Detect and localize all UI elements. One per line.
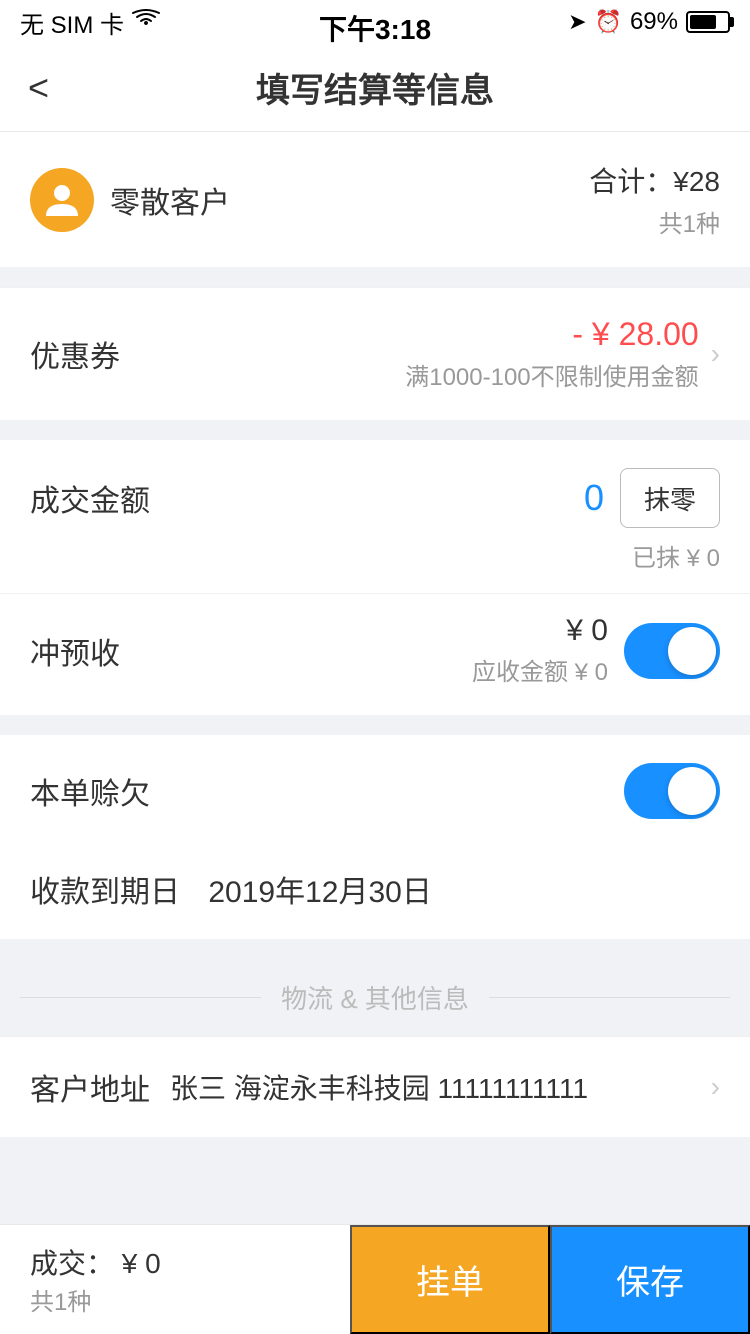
nav-bar: < 填写结算等信息 bbox=[0, 44, 750, 132]
amount-label: 成交金额 bbox=[30, 476, 150, 520]
page-title: 填写结算等信息 bbox=[256, 63, 494, 112]
address-value: 张三 海淀永丰科技园 11111111111 bbox=[170, 1067, 711, 1107]
coupon-chevron-icon: › bbox=[711, 338, 720, 370]
location-icon: ➤ bbox=[568, 9, 586, 35]
coupon-section[interactable]: 优惠券 - ¥ 28.00 满1000-100不限制使用金额 › bbox=[0, 287, 750, 420]
customer-total: 合计：¥28 bbox=[589, 160, 720, 200]
coupon-hint: 满1000-100不限制使用金额 bbox=[405, 357, 698, 392]
coupon-label: 优惠券 bbox=[30, 332, 120, 376]
status-left: 无 SIM 卡 bbox=[20, 5, 160, 40]
coupon-row[interactable]: 优惠券 - ¥ 28.00 满1000-100不限制使用金额 › bbox=[0, 287, 750, 420]
battery-icon bbox=[686, 11, 730, 33]
round-button[interactable]: 抹零 bbox=[620, 468, 720, 528]
toggle-knob bbox=[668, 627, 716, 675]
status-bar: 无 SIM 卡 下午3:18 ➤ ⏰ 69% bbox=[0, 0, 750, 44]
prepay-value-block: ¥ 0 应收金额 ¥ 0 bbox=[472, 614, 608, 687]
prepay-sub: 应收金额 ¥ 0 bbox=[472, 652, 608, 687]
prepay-row: 冲预收 ¥ 0 应收金额 ¥ 0 bbox=[0, 593, 750, 715]
prepay-value: ¥ 0 bbox=[472, 614, 608, 648]
coupon-value-block: - ¥ 28.00 满1000-100不限制使用金额 bbox=[405, 316, 698, 392]
customer-row: 零散客户 合计：¥28 共1种 bbox=[0, 132, 750, 267]
save-button[interactable]: 保存 bbox=[550, 1225, 750, 1334]
bottom-left: 成交： ¥ 0 共1种 bbox=[0, 1242, 350, 1317]
address-label: 客户地址 bbox=[30, 1065, 150, 1109]
logistics-divider: 物流 & 其他信息 bbox=[0, 959, 750, 1036]
debt-label: 本单赊欠 bbox=[30, 769, 150, 813]
bottom-deal-value: ¥ 0 bbox=[122, 1248, 161, 1279]
prepay-toggle[interactable] bbox=[624, 623, 720, 679]
logistics-line-right bbox=[489, 997, 730, 998]
back-button[interactable]: < bbox=[28, 67, 49, 109]
content: 零散客户 合计：¥28 共1种 优惠券 - ¥ 28.00 满1000-100不… bbox=[0, 132, 750, 1287]
pending-button[interactable]: 挂单 bbox=[350, 1225, 550, 1334]
customer-right: 合计：¥28 共1种 bbox=[589, 160, 720, 239]
address-chevron-icon: › bbox=[711, 1071, 720, 1103]
amount-right: 0 抹零 bbox=[584, 468, 720, 528]
amount-sub: 已抹 ¥ 0 bbox=[0, 538, 750, 593]
prepay-label: 冲预收 bbox=[30, 629, 120, 673]
bottom-deal-label-row: 成交： ¥ 0 bbox=[30, 1242, 320, 1282]
debt-toggle[interactable] bbox=[624, 763, 720, 819]
logistics-line-left bbox=[20, 997, 261, 998]
amount-value: 0 bbox=[584, 477, 604, 519]
logistics-section: 物流 & 其他信息 客户地址 张三 海淀永丰科技园 11111111111 › bbox=[0, 959, 750, 1137]
bottom-deal-label: 成交： bbox=[30, 1248, 114, 1279]
customer-avatar bbox=[30, 168, 94, 232]
bottom-deal-count: 共1种 bbox=[30, 1282, 320, 1317]
coupon-discount: - ¥ 28.00 bbox=[405, 316, 698, 353]
due-date-label: 收款到期日 bbox=[30, 876, 180, 909]
customer-section: 零散客户 合计：¥28 共1种 bbox=[0, 132, 750, 267]
customer-left: 零散客户 bbox=[30, 168, 230, 232]
bottom-actions: 挂单 保存 bbox=[350, 1225, 750, 1334]
battery-percent: 69% bbox=[630, 8, 678, 36]
logistics-label: 物流 & 其他信息 bbox=[281, 979, 469, 1016]
alarm-icon: ⏰ bbox=[595, 9, 622, 35]
carrier-text: 无 SIM 卡 bbox=[20, 5, 124, 40]
address-row[interactable]: 客户地址 张三 海淀永丰科技园 11111111111 › bbox=[0, 1036, 750, 1137]
debt-row: 本单赊欠 bbox=[0, 735, 750, 847]
bottom-bar: 成交： ¥ 0 共1种 挂单 保存 bbox=[0, 1224, 750, 1334]
customer-count: 共1种 bbox=[589, 204, 720, 239]
debt-section: 本单赊欠 收款到期日 2019年12月30日 bbox=[0, 735, 750, 939]
prepay-right: ¥ 0 应收金额 ¥ 0 bbox=[472, 614, 720, 687]
debt-toggle-knob bbox=[668, 767, 716, 815]
customer-name: 零散客户 bbox=[110, 178, 230, 222]
status-right: ➤ ⏰ 69% bbox=[568, 8, 730, 36]
due-date-row: 收款到期日 2019年12月30日 bbox=[0, 867, 750, 939]
wifi-icon bbox=[132, 8, 160, 36]
amount-row: 成交金额 0 抹零 bbox=[0, 440, 750, 538]
due-date-value: 2019年12月30日 bbox=[208, 876, 431, 909]
amount-section: 成交金额 0 抹零 已抹 ¥ 0 冲预收 ¥ 0 应收金额 ¥ 0 bbox=[0, 440, 750, 715]
coupon-right: - ¥ 28.00 满1000-100不限制使用金额 › bbox=[405, 316, 720, 392]
status-time: 下午3:18 bbox=[319, 8, 431, 48]
